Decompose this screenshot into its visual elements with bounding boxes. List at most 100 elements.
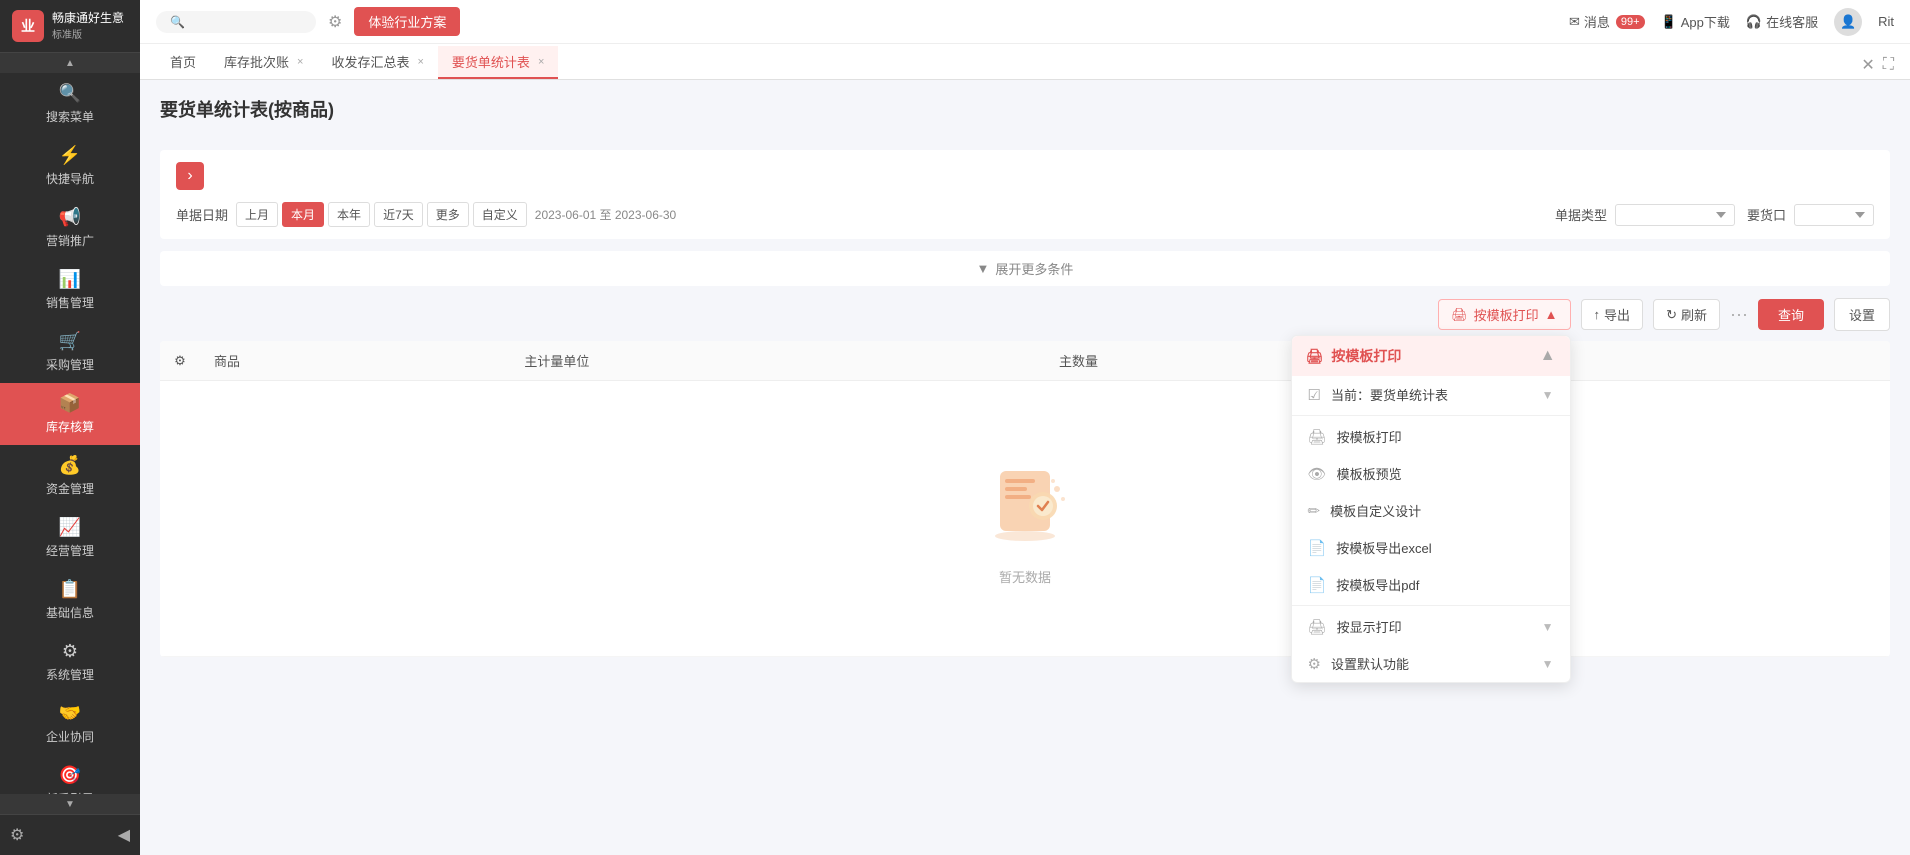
template-pdf-label: 按模板导出pdf (1336, 575, 1553, 594)
print-dropdown-wrapper: 🖨 按模板打印 ▲ 🖨 按模板打印 ▲ ☑ (1438, 299, 1570, 330)
sidebar-scroll-down[interactable]: ▼ (0, 794, 140, 814)
table-col-settings[interactable]: ⚙ (160, 341, 200, 381)
template-excel-icon: 📄 (1308, 539, 1327, 557)
collapse-icon[interactable]: ◀ (118, 825, 130, 845)
tab-home[interactable]: 首页 (156, 46, 210, 79)
sidebar-item-label: 销售管理 (46, 294, 94, 311)
messages-badge: 99+ (1616, 15, 1645, 29)
phone-icon: 📱 (1661, 14, 1677, 30)
tab-batch-account-close[interactable]: × (297, 56, 303, 68)
date-btn-this-year[interactable]: 本年 (328, 202, 370, 227)
tab-batch-account[interactable]: 库存批次账 × (210, 46, 317, 79)
marketing-icon: 📢 (59, 207, 81, 228)
user-avatar[interactable]: 👤 (1834, 8, 1862, 36)
type-label: 单据类型 (1555, 205, 1607, 224)
filter-date-group: 上月 本月 本年 近7天 更多 自定义 (236, 202, 527, 227)
filter-yaohuotype-col: 要货口 (1747, 204, 1874, 226)
window-maximize-btn[interactable]: ⛶ (1883, 56, 1894, 74)
sidebar-item-label: 快捷导航 (46, 170, 94, 187)
sales-icon: 📊 (59, 269, 81, 290)
app-logo-icon: 业 (12, 10, 44, 42)
sidebar-item-basics[interactable]: 📋 基础信息 (0, 569, 140, 631)
tab-order-stats-close[interactable]: × (538, 56, 544, 68)
operations-icon: 📈 (59, 517, 81, 538)
filter-row: 单据日期 上月 本月 本年 近7天 更多 自定义 2023-06-01 至 20… (176, 202, 1874, 227)
set-default-arrow: ▼ (1542, 657, 1554, 671)
sidebar-item-guide[interactable]: 🎯 新手引导 (0, 755, 140, 794)
date-btn-more[interactable]: 更多 (427, 202, 469, 227)
settings-button[interactable]: 设置 (1834, 298, 1890, 331)
tabbar: 首页 库存批次账 × 收发存汇总表 × 要货单统计表 × ✕ ⛶ (140, 44, 1910, 80)
sidebar-item-operations[interactable]: 📈 经营管理 (0, 507, 140, 569)
sidebar-item-inventory[interactable]: 📦 库存核算 (0, 383, 140, 445)
sidebar-nav: 🔍 搜索菜单 ⚡ 快捷导航 📢 营销推广 📊 销售管理 🛒 采购管理 📦 库存核… (0, 73, 140, 794)
tab-receipts-summary-close[interactable]: × (417, 56, 423, 68)
sidebar-item-system[interactable]: ⚙ 系统管理 (0, 631, 140, 693)
online-service-btn[interactable]: 🎧 在线客服 (1746, 12, 1818, 31)
more-options-icon[interactable]: ··· (1730, 304, 1748, 325)
yaohuotype-select[interactable] (1794, 204, 1874, 226)
template-custom-icon: ✏ (1308, 502, 1321, 520)
date-btn-this-month[interactable]: 本月 (282, 202, 324, 227)
sidebar-scroll-up[interactable]: ▲ (0, 53, 140, 73)
template-preview-label: 模板板预览 (1337, 464, 1554, 483)
purchase-icon: 🛒 (59, 331, 81, 352)
sidebar-item-purchase[interactable]: 🛒 采购管理 (0, 321, 140, 383)
print-dropdown-item-display-print[interactable]: 🖨 按显示打印 ▼ (1292, 608, 1570, 645)
sidebar-item-label: 企业协同 (46, 728, 94, 745)
current-arrow: ▼ (1542, 388, 1554, 402)
date-label: 单据日期 (176, 205, 228, 224)
data-table: ⚙ 商品 主计量单位 主数量 零售金额 (160, 341, 1890, 657)
type-select[interactable] (1615, 204, 1735, 226)
print-dropdown-current[interactable]: ☑ 当前：要货单统计表 ▼ (1292, 376, 1570, 413)
empty-icon (975, 451, 1075, 551)
topbar-search[interactable]: 🔍 (156, 11, 316, 33)
sidebar-item-search[interactable]: 🔍 搜索菜单 (0, 73, 140, 135)
username-label: Rit (1878, 14, 1894, 29)
print-dropdown-header: 🖨 按模板打印 ▲ (1292, 336, 1570, 376)
date-btn-7days[interactable]: 近7天 (374, 202, 423, 227)
table-col-product: 商品 (200, 341, 510, 381)
sidebar-item-sales[interactable]: 📊 销售管理 (0, 259, 140, 321)
empty-text: 暂无数据 (999, 567, 1051, 586)
print-dropdown-item-set-default[interactable]: ⚙ 设置默认功能 ▼ (1292, 645, 1570, 682)
expand-more-btn[interactable]: ▼ 展开更多条件 (977, 259, 1074, 278)
page-title: 要货单统计表(按商品) (160, 96, 334, 122)
date-btn-last-month[interactable]: 上月 (236, 202, 278, 227)
date-btn-custom[interactable]: 自定义 (473, 202, 527, 227)
tab-receipts-summary[interactable]: 收发存汇总表 × (317, 46, 437, 79)
refresh-btn[interactable]: ↻ 刷新 (1653, 299, 1720, 330)
trial-button[interactable]: 体验行业方案 (354, 7, 460, 36)
sidebar-item-label: 搜索菜单 (46, 108, 94, 125)
print-dropdown-item-template-custom[interactable]: ✏ 模板自定义设计 (1292, 492, 1570, 529)
collab-icon: 🤝 (59, 703, 81, 724)
export-btn[interactable]: ↑ 导出 (1581, 299, 1644, 330)
window-close-btn[interactable]: ✕ (1861, 55, 1874, 75)
print-dropdown-item-template-pdf[interactable]: 📄 按模板导出pdf (1292, 566, 1570, 603)
topbar-right: ✉ 消息 99+ 📱 App下载 🎧 在线客服 👤 Rit (1569, 8, 1894, 36)
print-template-btn[interactable]: 🖨 按模板打印 ▲ (1438, 299, 1570, 330)
print-dropdown-header-icon: 🖨 (1306, 348, 1324, 365)
app-download-btn[interactable]: 📱 App下载 (1661, 12, 1730, 31)
print-dropdown-item-template-print[interactable]: 🖨 按模板打印 (1292, 418, 1570, 455)
messages-btn[interactable]: ✉ 消息 99+ (1569, 12, 1645, 31)
set-default-label: 设置默认功能 (1331, 654, 1532, 673)
sidebar-item-collab[interactable]: 🤝 企业协同 (0, 693, 140, 755)
basics-icon: 📋 (59, 579, 81, 600)
sidebar-item-quicknav[interactable]: ⚡ 快捷导航 (0, 135, 140, 197)
print-dropdown-item-template-excel[interactable]: 📄 按模板导出excel (1292, 529, 1570, 566)
search-icon: 🔍 (170, 15, 185, 29)
filter-toggle-btn[interactable]: › (176, 162, 204, 190)
print-dropdown-close-btn[interactable]: ▲ (1540, 347, 1556, 365)
topbar-gear-icon[interactable]: ⚙ (328, 12, 342, 32)
sidebar-item-marketing[interactable]: 📢 营销推广 (0, 197, 140, 259)
headset-icon: 🎧 (1746, 14, 1762, 30)
tab-batch-account-label: 库存批次账 (224, 52, 289, 71)
sidebar-item-finance[interactable]: 💰 资金管理 (0, 445, 140, 507)
settings-icon[interactable]: ⚙ (10, 825, 24, 845)
query-button[interactable]: 查询 (1758, 299, 1824, 330)
sidebar: 业 畅康通好生意 标准版 ▲ 🔍 搜索菜单 ⚡ 快捷导航 📢 营销推广 📊 销售… (0, 0, 140, 855)
tab-order-stats[interactable]: 要货单统计表 × (438, 46, 558, 79)
print-dropdown-item-template-preview[interactable]: 👁 模板板预览 (1292, 455, 1570, 492)
messages-label: 消息 (1584, 12, 1610, 31)
